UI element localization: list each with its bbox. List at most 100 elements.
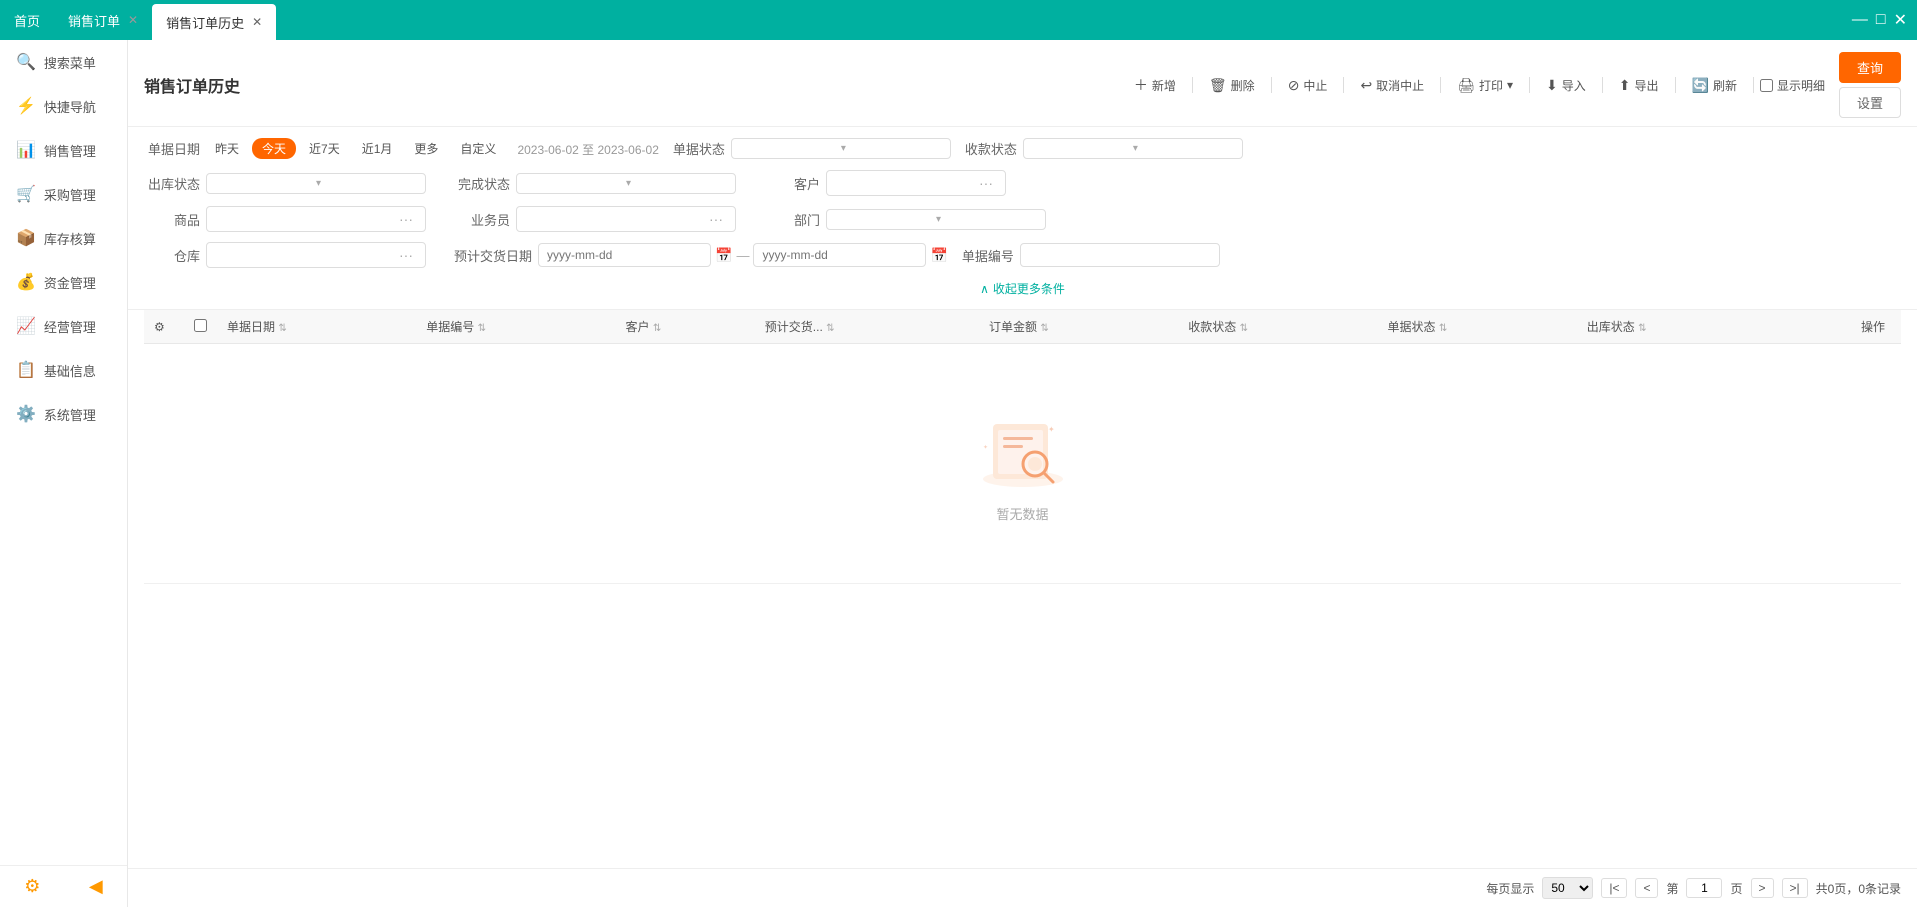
product-label: 商品 bbox=[144, 210, 200, 229]
last-month-btn[interactable]: 近1月 bbox=[353, 137, 402, 160]
delete-btn[interactable]: 🗑 删除 bbox=[1199, 73, 1265, 98]
sidebar-item-finance[interactable]: 💰 资金管理 bbox=[0, 260, 127, 304]
payment-status-arrow-icon: ▾ bbox=[1133, 143, 1234, 154]
collapse-sidebar-btn[interactable]: ◀ bbox=[89, 876, 103, 897]
maximize-btn[interactable]: □ bbox=[1876, 11, 1886, 29]
sidebar-item-purchase-mgmt[interactable]: 🛒 采购管理 bbox=[0, 172, 127, 216]
sidebar-item-quick-nav[interactable]: ⚡ 快捷导航 bbox=[0, 84, 127, 128]
tab-sales-order-history-close[interactable]: ✕ bbox=[252, 15, 262, 29]
import-btn[interactable]: ⬇ 导入 bbox=[1536, 73, 1596, 98]
complete-status-select[interactable]: ▾ bbox=[516, 173, 736, 194]
product-dots-btn[interactable]: ··· bbox=[395, 211, 417, 227]
last7-btn[interactable]: 近7天 bbox=[300, 137, 349, 160]
filter-order-status: 单据状态 ▾ bbox=[669, 138, 951, 159]
th-number[interactable]: 单据编号 ⇅ bbox=[416, 310, 615, 344]
show-detail-checkbox[interactable] bbox=[1760, 79, 1773, 92]
new-btn[interactable]: ＋ 新增 bbox=[1124, 71, 1186, 99]
divider-3 bbox=[1343, 77, 1344, 93]
filter-row-1: 单据日期 昨天 今天 近7天 近1月 更多 自定义 2023-06-02 至 2… bbox=[144, 137, 1901, 160]
expected-date-end[interactable] bbox=[753, 243, 926, 267]
minimize-btn[interactable]: — bbox=[1852, 11, 1868, 29]
order-no-label: 单据编号 bbox=[958, 246, 1014, 265]
sidebar-item-inventory[interactable]: 📦 库存核算 bbox=[0, 216, 127, 260]
divider-4 bbox=[1440, 77, 1441, 93]
sidebar-item-sales-mgmt[interactable]: 📊 销售管理 bbox=[0, 128, 127, 172]
order-status-select[interactable]: ▾ bbox=[731, 138, 951, 159]
salesperson-dots-btn[interactable]: ··· bbox=[705, 211, 727, 227]
order-status-label: 单据状态 bbox=[669, 139, 725, 158]
order-no-input[interactable] bbox=[1020, 243, 1220, 267]
calendar-start-icon[interactable]: 📅 bbox=[715, 247, 732, 264]
collapse-more-btn[interactable]: ∧ 收起更多条件 bbox=[144, 278, 1901, 299]
operations-icon: 📈 bbox=[16, 316, 36, 336]
stock-status-label: 出库状态 bbox=[144, 174, 200, 193]
dept-select[interactable]: ▾ bbox=[826, 209, 1046, 230]
sort-payment-icon: ⇅ bbox=[1240, 323, 1248, 334]
divider-1 bbox=[1192, 77, 1193, 93]
th-stock-status[interactable]: 出库状态 ⇅ bbox=[1577, 310, 1776, 344]
select-all-checkbox[interactable] bbox=[194, 319, 207, 332]
stock-status-select[interactable]: ▾ bbox=[206, 173, 426, 194]
print-btn[interactable]: 🖨 打印 ▾ bbox=[1447, 73, 1523, 98]
tab-sales-order-history[interactable]: 销售订单历史 ✕ bbox=[152, 4, 276, 40]
close-window-btn[interactable]: ✕ bbox=[1894, 10, 1907, 30]
content-area: 销售订单历史 ＋ 新增 🗑 删除 ⊘ 中止 ↩ bbox=[128, 40, 1917, 907]
page-size-select[interactable]: 50 10 20 100 bbox=[1542, 877, 1593, 899]
page-number-input[interactable] bbox=[1686, 878, 1722, 898]
prev-page-btn[interactable]: < bbox=[1635, 878, 1658, 898]
calendar-end-icon[interactable]: 📅 bbox=[930, 247, 947, 264]
th-operation: 操作 bbox=[1776, 310, 1901, 344]
sidebar-item-operations[interactable]: 📈 经营管理 bbox=[0, 304, 127, 348]
first-page-btn[interactable]: |< bbox=[1601, 878, 1627, 898]
sidebar-item-system-mgmt[interactable]: ⚙️ 系统管理 bbox=[0, 392, 127, 436]
payment-status-select[interactable]: ▾ bbox=[1023, 138, 1243, 159]
th-payment-status[interactable]: 收款状态 ⇅ bbox=[1178, 310, 1377, 344]
page-size-label: 每页显示 bbox=[1486, 880, 1534, 897]
filter-warehouse: 仓库 ··· bbox=[144, 242, 444, 268]
next-page-btn[interactable]: > bbox=[1751, 878, 1774, 898]
th-settings[interactable]: ⚙ bbox=[144, 310, 184, 344]
settings-btn[interactable]: 设置 bbox=[1839, 87, 1901, 118]
today-btn[interactable]: 今天 bbox=[252, 138, 296, 159]
page-label: 页 bbox=[1730, 880, 1742, 897]
dept-label: 部门 bbox=[764, 210, 820, 229]
custom-btn[interactable]: 自定义 bbox=[451, 137, 505, 160]
more-btn[interactable]: 更多 bbox=[405, 137, 447, 160]
svg-text:✦: ✦ bbox=[983, 444, 988, 451]
show-detail-checkbox-label[interactable]: 显示明细 bbox=[1760, 77, 1825, 94]
sidebar-item-search-menu[interactable]: 🔍 搜索菜单 bbox=[0, 40, 127, 84]
divider-7 bbox=[1675, 77, 1676, 93]
th-check[interactable] bbox=[184, 310, 217, 344]
export-btn[interactable]: ⬆ 导出 bbox=[1609, 73, 1669, 98]
th-amount[interactable]: 订单金额 ⇅ bbox=[979, 310, 1178, 344]
date-range-display: 2023-06-02 至 2023-06-02 bbox=[517, 141, 658, 158]
page-header: 销售订单历史 ＋ 新增 🗑 删除 ⊘ 中止 ↩ bbox=[128, 40, 1917, 127]
last-page-btn[interactable]: >| bbox=[1782, 878, 1808, 898]
salesperson-label: 业务员 bbox=[454, 210, 510, 229]
settings-bottom-btn[interactable]: ⚙ bbox=[24, 876, 40, 897]
th-customer[interactable]: 客户 ⇅ bbox=[616, 310, 755, 344]
stop-btn[interactable]: ⊘ 中止 bbox=[1278, 73, 1338, 98]
stock-status-arrow-icon: ▾ bbox=[316, 178, 417, 189]
refresh-btn[interactable]: 🔄 刷新 bbox=[1682, 73, 1747, 98]
filter-order-no: 单据编号 bbox=[958, 243, 1238, 267]
warehouse-dots-btn[interactable]: ··· bbox=[395, 247, 417, 263]
date-buttons: 昨天 今天 近7天 近1月 更多 自定义 bbox=[206, 137, 505, 160]
tab-sales-order[interactable]: 销售订单 ✕ bbox=[54, 0, 152, 40]
expected-date-label: 预计交货日期 bbox=[454, 246, 532, 265]
cancel-stop-btn[interactable]: ↩ 取消中止 bbox=[1350, 73, 1434, 98]
sidebar-item-base-info[interactable]: 📋 基础信息 bbox=[0, 348, 127, 392]
tab-sales-order-close[interactable]: ✕ bbox=[128, 13, 138, 27]
filter-salesperson: 业务员 ··· bbox=[454, 206, 754, 232]
query-btn[interactable]: 查询 bbox=[1839, 52, 1901, 83]
customer-dots-btn[interactable]: ··· bbox=[975, 175, 997, 191]
th-order-status[interactable]: 单据状态 ⇅ bbox=[1378, 310, 1577, 344]
th-date[interactable]: 单据日期 ⇅ bbox=[217, 310, 416, 344]
expected-date-start[interactable] bbox=[538, 243, 711, 267]
tab-home[interactable]: 首页 bbox=[0, 0, 54, 40]
refresh-icon: 🔄 bbox=[1692, 77, 1709, 94]
th-expected[interactable]: 预计交货... ⇅ bbox=[755, 310, 979, 344]
yesterday-btn[interactable]: 昨天 bbox=[206, 137, 248, 160]
divider-2 bbox=[1271, 77, 1272, 93]
complete-status-label: 完成状态 bbox=[454, 174, 510, 193]
